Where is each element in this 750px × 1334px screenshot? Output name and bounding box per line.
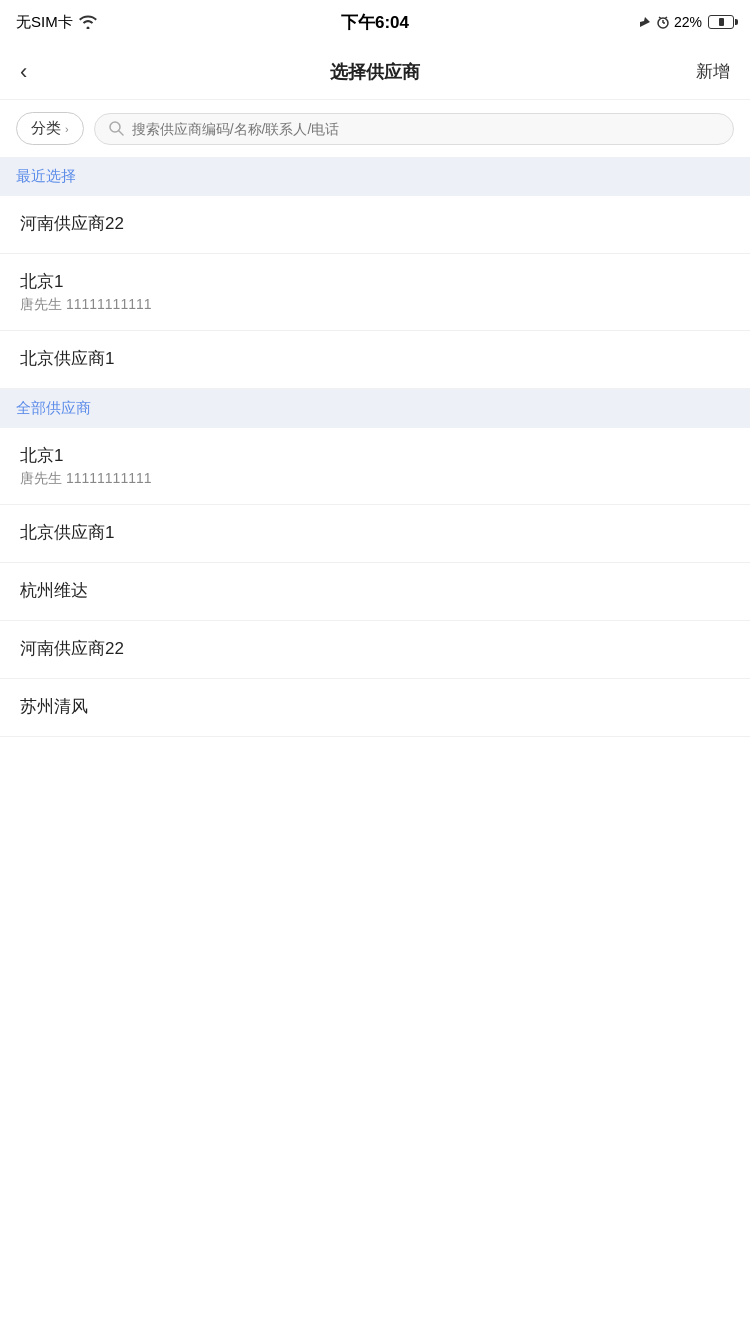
item-name: 北京供应商1 (20, 521, 730, 544)
section-title-recent: 最近选择 (16, 167, 76, 184)
svg-line-4 (659, 17, 661, 19)
page-title: 选择供应商 (330, 60, 420, 84)
add-button[interactable]: 新增 (696, 60, 730, 83)
item-name: 北京1 (20, 444, 730, 467)
status-right: 22% (638, 14, 734, 30)
item-name: 河南供应商22 (20, 637, 730, 660)
search-area: 分类 › (0, 100, 750, 157)
search-input[interactable] (132, 121, 719, 137)
item-name: 河南供应商22 (20, 212, 730, 235)
item-name: 苏州清风 (20, 695, 730, 718)
status-time: 下午6:04 (341, 11, 409, 34)
sim-status: 无SIM卡 (16, 13, 73, 32)
back-button[interactable]: ‹ (20, 59, 60, 85)
section-title-all: 全部供应商 (16, 399, 91, 416)
status-bar: 无SIM卡 下午6:04 22% (0, 0, 750, 44)
chevron-right-icon: › (65, 123, 69, 135)
alarm-icon (656, 15, 670, 29)
search-box[interactable] (94, 113, 734, 145)
battery-icon (708, 15, 734, 29)
list-item[interactable]: 河南供应商22 (0, 621, 750, 679)
location-icon (638, 15, 652, 29)
list-item[interactable]: 苏州清风 (0, 679, 750, 737)
list-item[interactable]: 北京供应商1 (0, 331, 750, 389)
list-item[interactable]: 北京1 唐先生 11111111111 (0, 254, 750, 331)
status-left: 无SIM卡 (16, 13, 97, 32)
search-icon (109, 121, 124, 136)
svg-line-7 (119, 131, 123, 135)
category-label: 分类 (31, 119, 61, 138)
section-header-recent: 最近选择 (0, 157, 750, 196)
wifi-icon (79, 15, 97, 29)
item-name: 北京供应商1 (20, 347, 730, 370)
item-name: 杭州维达 (20, 579, 730, 602)
sections-container: 最近选择河南供应商22 北京1 唐先生 11111111111 北京供应商1 全部供应商… (0, 157, 750, 737)
item-contact: 唐先生 11111111111 (20, 470, 730, 488)
category-button[interactable]: 分类 › (16, 112, 84, 145)
list-item[interactable]: 杭州维达 (0, 563, 750, 621)
list-item[interactable]: 北京1 唐先生 11111111111 (0, 428, 750, 505)
nav-bar: ‹ 选择供应商 新增 (0, 44, 750, 100)
svg-marker-0 (640, 17, 650, 27)
section-header-all: 全部供应商 (0, 389, 750, 428)
item-name: 北京1 (20, 270, 730, 293)
battery-percent: 22% (674, 14, 702, 30)
item-contact: 唐先生 11111111111 (20, 296, 730, 314)
list-item[interactable]: 北京供应商1 (0, 505, 750, 563)
list-item[interactable]: 河南供应商22 (0, 196, 750, 254)
svg-line-5 (665, 17, 667, 19)
